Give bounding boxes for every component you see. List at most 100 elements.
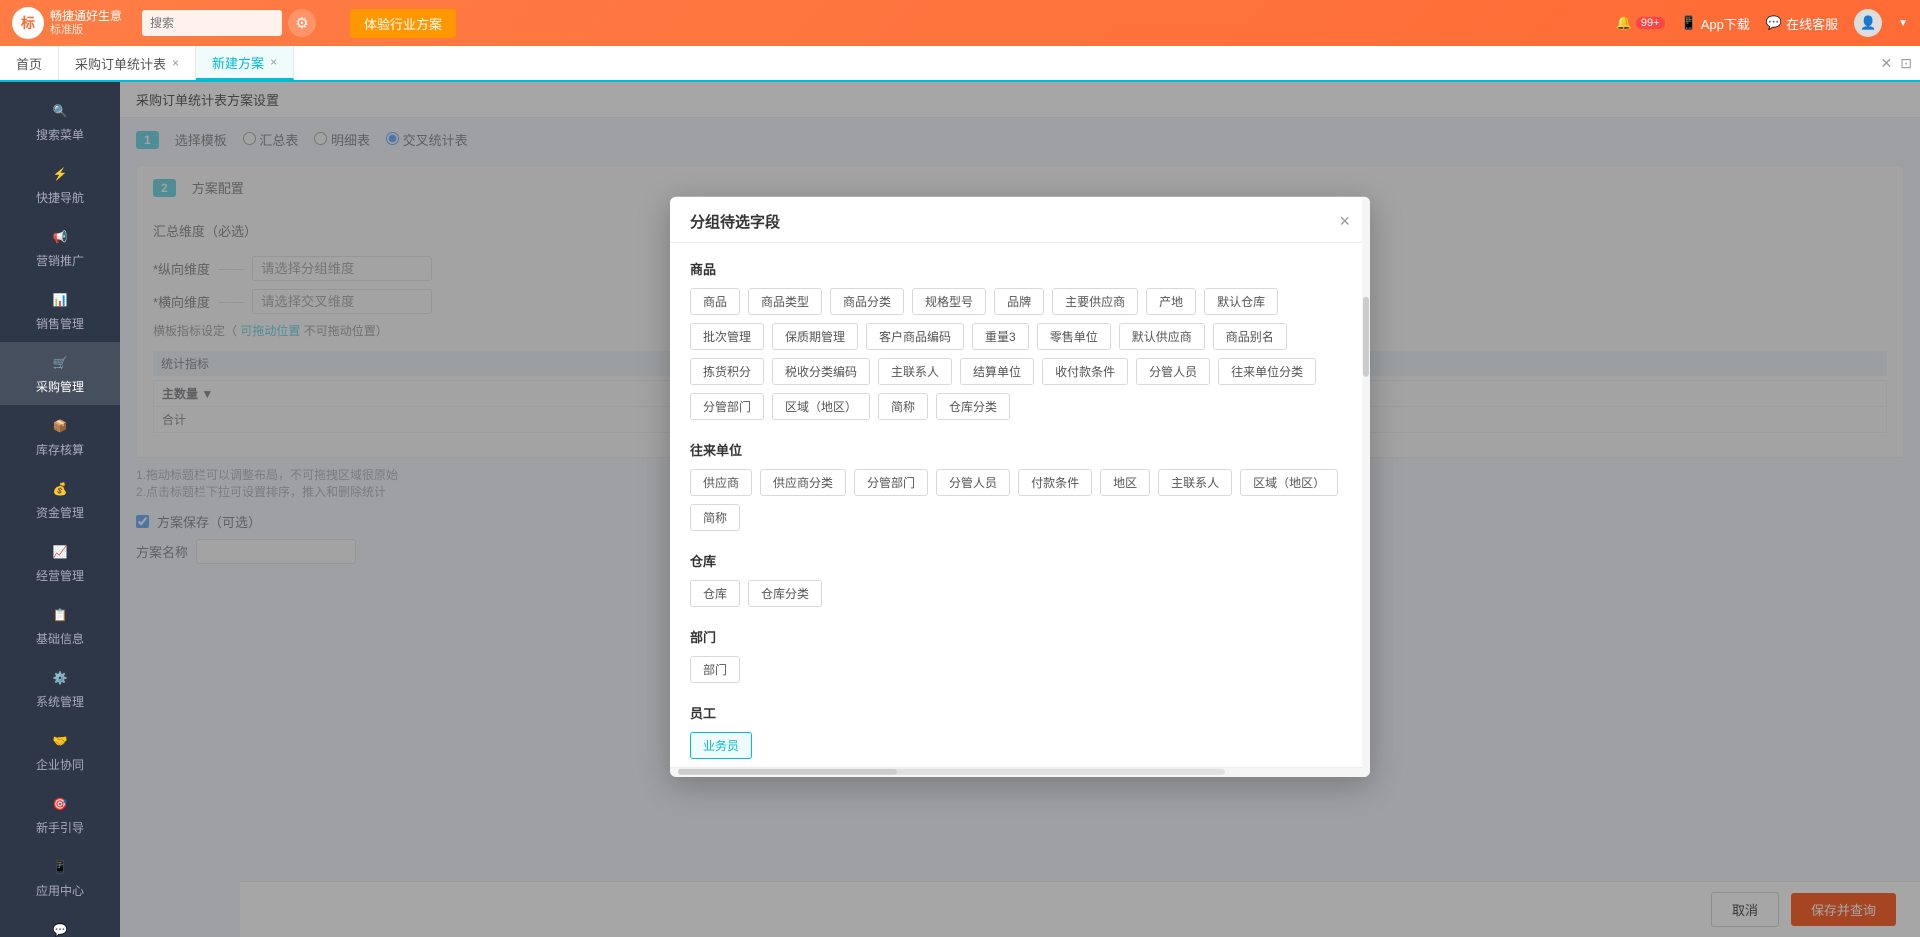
field-batch-mgmt[interactable]: 批次管理	[690, 322, 764, 349]
modal-horizontal-scrollbar[interactable]	[670, 767, 1370, 777]
field-partner-supervisor[interactable]: 分管人员	[936, 468, 1010, 495]
section-warehouse: 仓库 仓库 仓库分类	[690, 550, 1350, 606]
sidebar: 🔍 搜索菜单 ⚡ 快捷导航 📢 营销推广 📊 销售管理 🛒 采购管理 📦 库存核…	[0, 82, 120, 937]
sidebar-item-search[interactable]: 🔍 搜索菜单	[0, 90, 120, 153]
sidebar-item-enterprise-label: 企业协同	[36, 756, 84, 773]
experience-btn[interactable]: 体验行业方案	[350, 9, 456, 38]
tab-home[interactable]: 首页	[0, 46, 59, 80]
sidebar-item-search-label: 搜索菜单	[36, 126, 84, 143]
sidebar-item-basic[interactable]: 📋 基础信息	[0, 594, 120, 657]
field-origin[interactable]: 产地	[1146, 287, 1196, 314]
field-product-type[interactable]: 商品类型	[748, 287, 822, 314]
field-wh-category[interactable]: 仓库分类	[936, 392, 1010, 419]
field-pick-points[interactable]: 拣货积分	[690, 357, 764, 384]
online-service-label: 在线客服	[1786, 14, 1838, 33]
logo-text: 畅捷通好生意 标准版	[50, 9, 122, 37]
sidebar-item-finance[interactable]: 💰 资金管理	[0, 468, 120, 531]
tab-purchase-stats-label: 采购订单统计表	[75, 54, 166, 73]
section-warehouse-title: 仓库	[690, 550, 1350, 569]
online-service-item[interactable]: 💬 在线客服	[1766, 14, 1838, 33]
sidebar-item-enterprise-wechat[interactable]: 💬 企业微信	[0, 909, 120, 937]
field-salesperson[interactable]: 业务员	[690, 731, 752, 758]
sidebar-item-enterprise[interactable]: 🤝 企业协同	[0, 720, 120, 783]
sidebar-item-marketing[interactable]: 📢 营销推广	[0, 216, 120, 279]
field-default-supplier[interactable]: 默认供应商	[1119, 322, 1205, 349]
field-abbr[interactable]: 简称	[878, 392, 928, 419]
tab-new-plan[interactable]: 新建方案 ×	[196, 46, 294, 80]
app-download-item[interactable]: 📱 App下载	[1681, 14, 1750, 33]
sidebar-item-inventory[interactable]: 📦 库存核算	[0, 405, 120, 468]
field-settlement-unit[interactable]: 结算单位	[960, 357, 1034, 384]
header-search-input[interactable]	[142, 10, 282, 36]
field-district[interactable]: 地区	[1100, 468, 1150, 495]
system-icon: ⚙️	[49, 667, 71, 689]
field-department[interactable]: 部门	[690, 655, 740, 682]
field-main-supplier[interactable]: 主要供应商	[1052, 287, 1138, 314]
field-product-alias[interactable]: 商品别名	[1213, 322, 1287, 349]
sidebar-item-app-center[interactable]: 📱 应用中心	[0, 846, 120, 909]
modal-close-btn[interactable]: ×	[1339, 212, 1350, 230]
app-download-label: App下载	[1701, 14, 1750, 33]
notification-item[interactable]: 🔔 99+	[1616, 15, 1665, 31]
sidebar-item-newbie[interactable]: 🎯 新手引导	[0, 783, 120, 846]
tab-purchase-stats-close[interactable]: ×	[172, 56, 179, 70]
field-product-category[interactable]: 商品分类	[830, 287, 904, 314]
field-supplier-category[interactable]: 供应商分类	[760, 468, 846, 495]
tab-home-label: 首页	[16, 54, 42, 73]
field-weight[interactable]: 重量3	[972, 322, 1029, 349]
field-supplier[interactable]: 供应商	[690, 468, 752, 495]
field-partner-category[interactable]: 往来单位分类	[1218, 357, 1316, 384]
field-default-warehouse[interactable]: 默认仓库	[1204, 287, 1278, 314]
field-spec-model[interactable]: 规格型号	[912, 287, 986, 314]
field-brand[interactable]: 品牌	[994, 287, 1044, 314]
service-icon: 💬	[1766, 15, 1782, 31]
section-department-fields: 部门	[690, 655, 1350, 682]
field-warehouse[interactable]: 仓库	[690, 579, 740, 606]
modal-header: 分组待选字段 ×	[670, 196, 1370, 242]
field-customer-code[interactable]: 客户商品编码	[866, 322, 964, 349]
tab-collapse-icon[interactable]: ✕	[1881, 55, 1893, 72]
field-warehouse-category[interactable]: 仓库分类	[748, 579, 822, 606]
sidebar-item-operation[interactable]: 📈 经营管理	[0, 531, 120, 594]
section-partner-title: 往来单位	[690, 439, 1350, 458]
field-product[interactable]: 商品	[690, 287, 740, 314]
purchase-icon: 🛒	[49, 352, 71, 374]
sidebar-item-operation-label: 经营管理	[36, 567, 84, 584]
sidebar-item-purchase[interactable]: 🛒 采购管理	[0, 342, 120, 405]
search-icon: 🔍	[49, 100, 71, 122]
modal-title: 分组待选字段	[690, 210, 780, 231]
section-partner: 往来单位 供应商 供应商分类 分管部门 分管人员 付款条件 地区 主联系人 区域…	[690, 439, 1350, 530]
avatar[interactable]: 👤	[1854, 9, 1882, 37]
sidebar-item-quick-nav-label: 快捷导航	[36, 189, 84, 206]
field-partner-region[interactable]: 区域（地区）	[1240, 468, 1338, 495]
section-warehouse-fields: 仓库 仓库分类	[690, 579, 1350, 606]
quick-nav-icon: ⚡	[49, 163, 71, 185]
tab-expand-icon[interactable]: ⊡	[1900, 55, 1912, 72]
modal-scrollbar[interactable]	[1362, 196, 1370, 776]
field-dept[interactable]: 分管部门	[690, 392, 764, 419]
modal-scrollbar-thumb	[1363, 296, 1369, 376]
inventory-icon: 📦	[49, 415, 71, 437]
tab-new-plan-close[interactable]: ×	[270, 55, 277, 69]
field-region[interactable]: 区域（地区）	[772, 392, 870, 419]
bell-icon: 🔔	[1616, 15, 1632, 31]
field-tax-code[interactable]: 税收分类编码	[772, 357, 870, 384]
sidebar-item-finance-label: 资金管理	[36, 504, 84, 521]
field-retail-unit[interactable]: 零售单位	[1037, 322, 1111, 349]
field-payment-condition[interactable]: 付款条件	[1018, 468, 1092, 495]
field-partner-dept[interactable]: 分管部门	[854, 468, 928, 495]
sidebar-item-quick-nav[interactable]: ⚡ 快捷导航	[0, 153, 120, 216]
field-supervisor[interactable]: 分管人员	[1136, 357, 1210, 384]
tab-purchase-stats[interactable]: 采购订单统计表 ×	[59, 46, 196, 80]
field-payment-terms[interactable]: 收付款条件	[1042, 357, 1128, 384]
settings-icon[interactable]: ⚙	[288, 9, 316, 37]
field-partner-abbr[interactable]: 简称	[690, 503, 740, 530]
sidebar-item-sales[interactable]: 📊 销售管理	[0, 279, 120, 342]
section-employee-fields: 业务员	[690, 731, 1350, 758]
field-quality-mgmt[interactable]: 保质期管理	[772, 322, 858, 349]
app-center-icon: 📱	[49, 856, 71, 878]
sidebar-item-system[interactable]: ⚙️ 系统管理	[0, 657, 120, 720]
finance-icon: 💰	[49, 478, 71, 500]
field-partner-contact[interactable]: 主联系人	[1158, 468, 1232, 495]
field-main-contact[interactable]: 主联系人	[878, 357, 952, 384]
